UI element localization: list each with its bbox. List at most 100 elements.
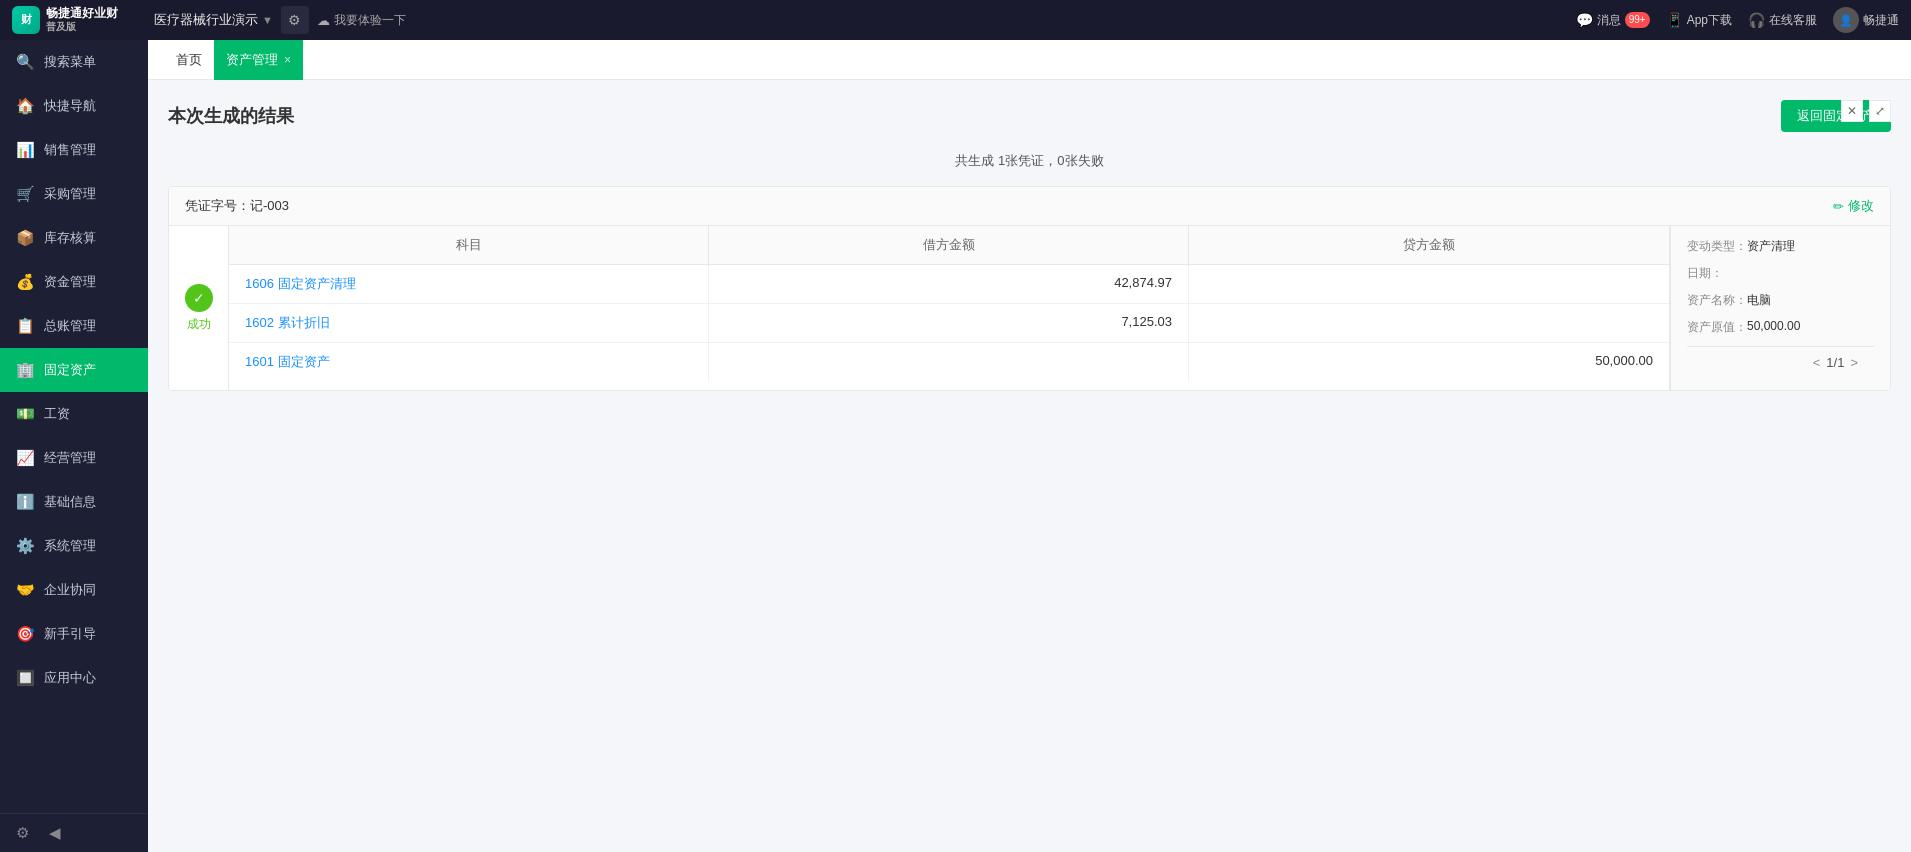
original-value-row: 资产原值： 50,000.00 (1687, 319, 1874, 336)
sidebar-item-funds[interactable]: 💰 资金管理 (0, 260, 148, 304)
settings-bottom-icon[interactable]: ⚙ (16, 824, 29, 842)
guide-icon: 🎯 (16, 625, 34, 643)
avatar: 👤 (1833, 7, 1859, 33)
date-row: 日期： (1687, 265, 1874, 282)
sidebar-label-basic-info: 基础信息 (44, 493, 96, 511)
sidebar-label-ledger: 总账管理 (44, 317, 96, 335)
subject-cell-1[interactable]: 1602 累计折旧 (229, 304, 709, 342)
sidebar-label-guide: 新手引导 (44, 625, 96, 643)
messages-badge: 99+ (1625, 12, 1650, 28)
sidebar-label-search: 搜索菜单 (44, 53, 96, 71)
sidebar-item-basic-info[interactable]: ℹ️ 基础信息 (0, 480, 148, 524)
debit-cell-1: 7,125.03 (709, 304, 1189, 342)
page-title: 本次生成的结果 (168, 104, 294, 128)
change-type-label: 变动类型： (1687, 238, 1747, 255)
close-panel-button[interactable]: ✕ (1841, 100, 1863, 122)
tab-bar: 首页 资产管理 × (148, 40, 1911, 80)
funds-icon: 💰 (16, 273, 34, 291)
sidebar-item-guide[interactable]: 🎯 新手引导 (0, 612, 148, 656)
page-prev[interactable]: < (1813, 355, 1821, 370)
col-debit: 借方金额 (709, 226, 1189, 264)
sidebar-label-funds: 资金管理 (44, 273, 96, 291)
logo-icon: 财 (12, 6, 40, 34)
page-next[interactable]: > (1850, 355, 1858, 370)
sidebar-item-inventory[interactable]: 📦 库存核算 (0, 216, 148, 260)
change-type-row: 变动类型： 资产清理 (1687, 238, 1874, 255)
settings-icon[interactable]: ⚙ (281, 6, 309, 34)
voucher-number: 凭证字号：记-003 (185, 197, 289, 215)
edit-button[interactable]: ✏ 修改 (1833, 197, 1874, 215)
sidebar-item-payroll[interactable]: 💵 工资 (0, 392, 148, 436)
sidebar-label-inventory: 库存核算 (44, 229, 96, 247)
main-layout: 🔍 搜索菜单 🏠 快捷导航 📊 销售管理 🛒 采购管理 📦 库存核算 💰 资金管… (0, 40, 1911, 852)
debit-cell-2 (709, 343, 1189, 381)
sidebar-label-app-center: 应用中心 (44, 669, 96, 687)
sidebar-item-sales[interactable]: 📊 销售管理 (0, 128, 148, 172)
panel-controls: ✕ ⤢ (1841, 100, 1891, 122)
side-info-panel: 变动类型： 资产清理 日期： 资产名称： 电脑 资产原值： (1670, 226, 1890, 390)
sidebar-label-fixed-assets: 固定资产 (44, 361, 96, 379)
operations-icon: 📈 (16, 449, 34, 467)
messages-button[interactable]: 💬 消息 99+ (1576, 12, 1650, 29)
asset-name-label: 资产名称： (1687, 292, 1747, 309)
basic-info-icon: ℹ️ (16, 493, 34, 511)
sidebar: 🔍 搜索菜单 🏠 快捷导航 📊 销售管理 🛒 采购管理 📦 库存核算 💰 资金管… (0, 40, 148, 852)
sidebar-item-cooperation[interactable]: 🤝 企业协同 (0, 568, 148, 612)
table-header: 科目 借方金额 贷方金额 (229, 226, 1669, 265)
sidebar-item-system[interactable]: ⚙️ 系统管理 (0, 524, 148, 568)
sidebar-item-shortcut[interactable]: 🏠 快捷导航 (0, 84, 148, 128)
app-logo: 财 畅捷通好业财 普及版 (12, 6, 142, 34)
sidebar-item-app-center[interactable]: 🔲 应用中心 (0, 656, 148, 700)
credit-cell-0 (1189, 265, 1669, 303)
table-row: 1602 累计折旧 7,125.03 (229, 304, 1669, 343)
pagination: < 1/1 > (1687, 346, 1874, 378)
sidebar-item-operations[interactable]: 📈 经营管理 (0, 436, 148, 480)
trial-button[interactable]: ☁ 我要体验一下 (317, 12, 406, 29)
user-menu[interactable]: 👤 畅捷通 (1833, 7, 1899, 33)
purchase-icon: 🛒 (16, 185, 34, 203)
sidebar-item-search[interactable]: 🔍 搜索菜单 (0, 40, 148, 84)
sidebar-bottom: ⚙ ◀ (0, 813, 148, 852)
original-value-label: 资产原值： (1687, 319, 1747, 336)
voucher-card: 凭证字号：记-003 ✏ 修改 ✓ 成功 科目 (168, 186, 1891, 391)
sidebar-item-fixed-assets[interactable]: 🏢 固定资产 (0, 348, 148, 392)
asset-name-value: 电脑 (1747, 292, 1771, 309)
topbar-right: 💬 消息 99+ 📱 App下载 🎧 在线客服 👤 畅捷通 (1576, 7, 1899, 33)
credit-cell-1 (1189, 304, 1669, 342)
col-subject: 科目 (229, 226, 709, 264)
date-label: 日期： (1687, 265, 1747, 282)
payroll-icon: 💵 (16, 405, 34, 423)
page-content: ✕ ⤢ 本次生成的结果 返回固定资产 共生成 1张凭证，0张失败 凭证字号：记-… (148, 80, 1911, 852)
ledger-icon: 📋 (16, 317, 34, 335)
page-header: 本次生成的结果 返回固定资产 (168, 100, 1891, 132)
sidebar-label-payroll: 工资 (44, 405, 70, 423)
online-support-button[interactable]: 🎧 在线客服 (1748, 12, 1817, 29)
sidebar-label-operations: 经营管理 (44, 449, 96, 467)
status-column: ✓ 成功 (169, 226, 229, 390)
topbar: 财 畅捷通好业财 普及版 医疗器械行业演示 ▼ ⚙ ☁ 我要体验一下 💬 消息 … (0, 0, 1911, 40)
sidebar-item-ledger[interactable]: 📋 总账管理 (0, 304, 148, 348)
tab-close-icon[interactable]: × (284, 53, 291, 67)
collapse-icon[interactable]: ◀ (49, 824, 61, 842)
sidebar-label-purchase: 采购管理 (44, 185, 96, 203)
sidebar-item-purchase[interactable]: 🛒 采购管理 (0, 172, 148, 216)
tab-asset-management[interactable]: 资产管理 × (214, 40, 303, 80)
subject-cell-2[interactable]: 1601 固定资产 (229, 343, 709, 381)
fixed-assets-icon: 🏢 (16, 361, 34, 379)
search-icon: 🔍 (16, 53, 34, 71)
company-selector[interactable]: 医疗器械行业演示 ▼ (154, 11, 273, 29)
inventory-icon: 📦 (16, 229, 34, 247)
original-value-value: 50,000.00 (1747, 319, 1800, 336)
sidebar-label-cooperation: 企业协同 (44, 581, 96, 599)
app-download-button[interactable]: 📱 App下载 (1666, 12, 1732, 29)
content-area: 首页 资产管理 × ✕ ⤢ 本次生成的结果 返回固定资产 共生成 1张凭证，0张… (148, 40, 1911, 852)
subject-cell-0[interactable]: 1606 固定资产清理 (229, 265, 709, 303)
success-icon: ✓ (185, 284, 213, 312)
asset-name-row: 资产名称： 电脑 (1687, 292, 1874, 309)
sales-icon: 📊 (16, 141, 34, 159)
tab-home[interactable]: 首页 (164, 40, 214, 80)
sidebar-label-system: 系统管理 (44, 537, 96, 555)
expand-panel-button[interactable]: ⤢ (1869, 100, 1891, 122)
app-center-icon: 🔲 (16, 669, 34, 687)
sidebar-label-shortcut: 快捷导航 (44, 97, 96, 115)
